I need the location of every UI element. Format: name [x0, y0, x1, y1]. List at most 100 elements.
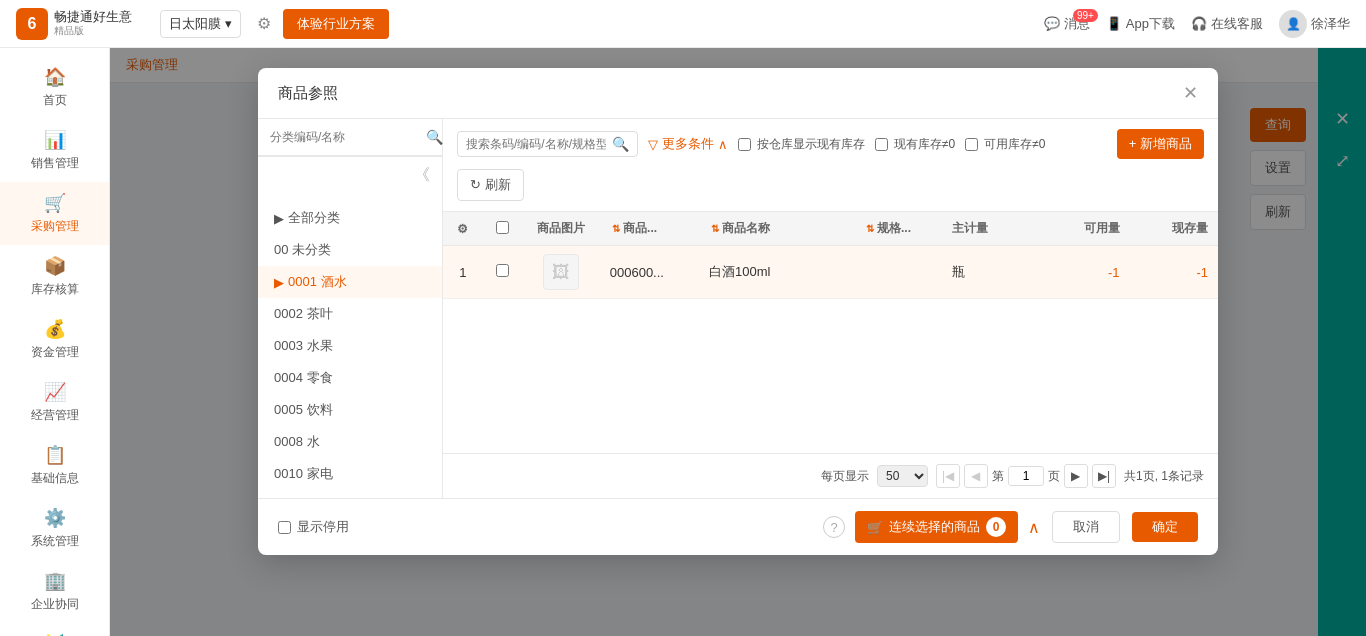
- category-item-water[interactable]: 0008 水: [258, 426, 442, 458]
- sidebar: 🏠 首页 📊 销售管理 🛒 采购管理 📦 库存核算 💰 资金管理 📈 经营管理 …: [0, 48, 110, 636]
- cart-area[interactable]: 🛒 连续选择的商品 0: [855, 511, 1018, 543]
- prev-page-button[interactable]: ◀: [964, 464, 988, 488]
- table-row[interactable]: 1 🖼 00: [443, 246, 1218, 299]
- category-item-tea[interactable]: 0002 茶叶: [258, 298, 442, 330]
- category-item-liquor[interactable]: ▶ 0001 酒水: [258, 266, 442, 298]
- show-disabled-checkbox-group: 显示停用: [278, 518, 349, 536]
- category-search-input[interactable]: [270, 130, 420, 144]
- cart-label: 连续选择的商品: [889, 518, 980, 536]
- message-icon-area[interactable]: 💬 消息 99+: [1044, 15, 1090, 33]
- total-info: 共1页, 1条记录: [1124, 468, 1204, 485]
- page-suffix: 页: [1048, 468, 1060, 485]
- stock-ne0-checkbox-group: 现有库存≠0: [875, 136, 955, 153]
- confirm-button[interactable]: 确定: [1132, 512, 1198, 542]
- nav-branch-dropdown[interactable]: 日太阳膜 ▾: [160, 10, 241, 38]
- stock-ne0-checkbox[interactable]: [875, 138, 888, 151]
- page-label: 第: [992, 468, 1004, 485]
- category-label: 0001 酒水: [288, 273, 347, 291]
- user-area[interactable]: 👤 徐泽华: [1279, 10, 1350, 38]
- category-item-fruit[interactable]: 0003 水果: [258, 330, 442, 362]
- category-label: 0004 零食: [274, 369, 333, 387]
- category-item-beverage[interactable]: 0005 饮料: [258, 394, 442, 426]
- row-checkbox[interactable]: [496, 264, 509, 277]
- category-panel: 🔍 《 ▶ 全部分类 00 未分类: [258, 119, 443, 498]
- app-download-area[interactable]: 📱 App下载: [1106, 15, 1175, 33]
- stock-ne0-label[interactable]: 现有库存≠0: [894, 136, 955, 153]
- next-page-button[interactable]: ▶: [1064, 464, 1088, 488]
- cancel-button[interactable]: 取消: [1052, 511, 1120, 543]
- selected-count-badge: 0: [986, 517, 1006, 537]
- current-page-input[interactable]: [1008, 466, 1044, 486]
- product-search-input[interactable]: [466, 137, 606, 151]
- trial-button[interactable]: 体验行业方案: [283, 9, 389, 39]
- row-index: 1: [443, 246, 483, 299]
- modal-body: 🔍 《 ▶ 全部分类 00 未分类: [258, 119, 1218, 498]
- collapse-panel-button[interactable]: 《: [258, 156, 442, 194]
- search-icon[interactable]: 🔍: [612, 136, 629, 152]
- system-icon: ⚙️: [44, 507, 66, 529]
- row-stock-cell: -1: [1130, 246, 1218, 299]
- product-reference-modal: 商品参照 ✕ 🔍 《: [258, 68, 1218, 555]
- logo-subtitle: 精品版: [54, 24, 132, 38]
- category-search-icon[interactable]: 🔍: [426, 129, 443, 145]
- sidebar-item-sales[interactable]: 📊 销售管理: [0, 119, 109, 182]
- sidebar-item-operations[interactable]: 📈 经营管理: [0, 371, 109, 434]
- row-spec-cell: [854, 246, 942, 299]
- chevron-down-icon: ▾: [225, 16, 232, 31]
- modal-header: 商品参照 ✕: [258, 68, 1218, 119]
- basics-icon: 📋: [44, 444, 66, 466]
- modal-close-button[interactable]: ✕: [1183, 82, 1198, 104]
- sidebar-item-system[interactable]: ⚙️ 系统管理: [0, 497, 109, 560]
- filter-button[interactable]: ▽ 更多条件 ∧: [648, 135, 728, 153]
- footer-collapse-icon[interactable]: ∧: [1028, 518, 1040, 537]
- add-product-button[interactable]: + 新增商品: [1117, 129, 1204, 159]
- select-all-checkbox[interactable]: [496, 221, 509, 234]
- col-avail-header: 可用量: [1030, 212, 1129, 246]
- avail-ne0-checkbox-group: 可用库存≠0: [965, 136, 1045, 153]
- show-disabled-label[interactable]: 显示停用: [297, 518, 349, 536]
- purchase-icon: 🛒: [44, 192, 66, 214]
- sidebar-item-home[interactable]: 🏠 首页: [0, 56, 109, 119]
- category-item-uncategorized[interactable]: 00 未分类: [258, 234, 442, 266]
- avail-ne0-label[interactable]: 可用库存≠0: [984, 136, 1045, 153]
- logo-icon: 6: [16, 8, 48, 40]
- gear-icon[interactable]: ⚙: [257, 14, 271, 33]
- sidebar-item-enterprise[interactable]: 🏢 企业协同: [0, 560, 109, 623]
- col-name-header: ⇅ 商品名称: [699, 212, 854, 246]
- sidebar-item-purchase[interactable]: 🛒 采购管理: [0, 182, 109, 245]
- warehouse-checkbox-label[interactable]: 按仓库显示现有库存: [757, 136, 865, 153]
- per-page-select[interactable]: 50 20 100: [877, 465, 928, 487]
- service-label: 在线客服: [1211, 15, 1263, 33]
- per-page-label: 每页显示: [821, 468, 869, 485]
- show-disabled-checkbox[interactable]: [278, 521, 291, 534]
- sidebar-item-basics[interactable]: 📋 基础信息: [0, 434, 109, 497]
- sidebar-item-finance[interactable]: 💰 资金管理: [0, 308, 109, 371]
- warehouse-checkbox[interactable]: [738, 138, 751, 151]
- online-service-area[interactable]: 🎧 在线客服: [1191, 15, 1263, 33]
- page-navigation: |◀ ◀ 第 页 ▶ ▶|: [936, 464, 1116, 488]
- category-label: 0005 饮料: [274, 401, 333, 419]
- category-item-snack[interactable]: 0004 零食: [258, 362, 442, 394]
- sidebar-item-guide[interactable]: 🔰 新手引导: [0, 623, 109, 636]
- sidebar-item-inventory[interactable]: 📦 库存核算: [0, 245, 109, 308]
- last-page-button[interactable]: ▶|: [1092, 464, 1116, 488]
- first-page-button[interactable]: |◀: [936, 464, 960, 488]
- col-unit-label: 主计量: [952, 221, 988, 235]
- username: 徐泽华: [1311, 15, 1350, 33]
- toolbar: 🔍 ▽ 更多条件 ∧ 按仓库显示现有库存: [443, 119, 1218, 212]
- footer-middle-area: ? 🛒 连续选择的商品 0 ∧: [823, 511, 1040, 543]
- help-icon[interactable]: ?: [823, 516, 845, 538]
- logo: 6 畅捷通好生意 精品版: [16, 8, 132, 40]
- sidebar-label-finance: 资金管理: [31, 344, 79, 361]
- message-icon: 💬: [1044, 16, 1060, 31]
- chevron-up-icon: ∧: [718, 137, 728, 152]
- category-item-appliance[interactable]: 0010 家电: [258, 458, 442, 490]
- avail-ne0-checkbox[interactable]: [965, 138, 978, 151]
- category-item-all[interactable]: ▶ 全部分类: [258, 202, 442, 234]
- row-checkbox-cell: [483, 246, 523, 299]
- product-code: 000600...: [610, 265, 664, 280]
- home-icon: 🏠: [44, 66, 66, 88]
- refresh-button[interactable]: ↻ 刷新: [457, 169, 524, 201]
- chevron-left-icon: 《: [414, 165, 430, 186]
- cart-icon: 🛒: [867, 520, 883, 535]
